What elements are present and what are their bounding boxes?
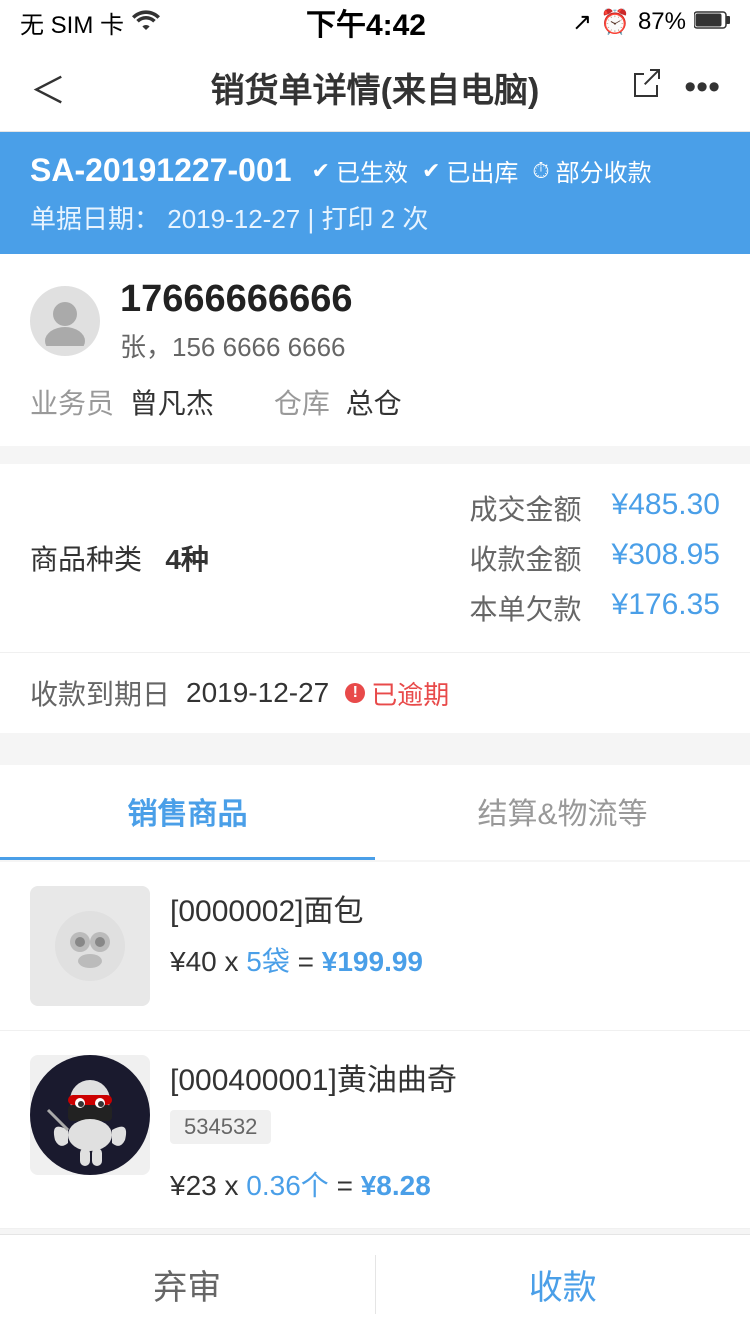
customer-info: 17666666666 张，156 6666 6666: [120, 278, 352, 364]
nav-actions: •••: [628, 65, 720, 110]
customer-row: 17666666666 张，156 6666 6666: [30, 278, 720, 364]
more-icon[interactable]: •••: [684, 68, 720, 107]
status-time: 下午4:42: [306, 0, 426, 44]
product-type-label: 商品种类: [30, 544, 142, 575]
transaction-amount: 成交金额 ¥485.30: [470, 488, 720, 528]
payment-value: ¥308.95: [612, 538, 720, 578]
status-left: 无 SIM 卡: [20, 5, 160, 40]
due-label: 收款到期日: [30, 673, 170, 713]
amount-details: 成交金额 ¥485.30 收款金额 ¥308.95 本单欠款 ¥176.35: [470, 488, 720, 628]
location-icon: ↗: [572, 8, 592, 37]
payment-amount: 收款金额 ¥308.95: [470, 538, 720, 578]
status-partial: ⏱ 部分收款: [532, 153, 651, 188]
price-qty-1: 5袋: [246, 946, 290, 977]
product-item: [0000002]面包 ¥40 x 5袋 = ¥199.99: [0, 862, 750, 1031]
order-id: SA-20191227-001: [30, 152, 292, 189]
nav-bar: ＜ 销货单详情(来自电脑) •••: [0, 44, 750, 132]
status-badges: ✔ 已生效 ✔ 已出库 ⏱ 部分收款: [312, 153, 652, 188]
salesperson-value: 曾凡杰: [130, 388, 214, 419]
due-date: 2019-12-27: [186, 677, 329, 709]
price-qty-2: 0.36个: [246, 1170, 329, 1201]
clock-icon: ⏱: [532, 158, 549, 184]
avatar: [30, 286, 100, 356]
section-divider-2: [0, 733, 750, 749]
warehouse-value: 总仓: [346, 388, 402, 419]
back-button[interactable]: ＜: [30, 62, 90, 114]
overdue-icon: !: [345, 683, 365, 703]
price-total-1: ¥199.99: [322, 946, 423, 977]
page-title: 销货单详情(来自电脑): [211, 63, 540, 112]
share-icon[interactable]: [628, 65, 664, 110]
tab-products[interactable]: 销售商品: [0, 765, 375, 860]
product-types: 商品种类 4种: [30, 538, 209, 578]
amount-row: 商品种类 4种 成交金额 ¥485.30 收款金额 ¥308.95 本单欠款 ¥…: [30, 488, 720, 628]
tabs: 销售商品 结算&物流等: [0, 765, 750, 860]
confirm-button[interactable]: 收款: [376, 1235, 750, 1334]
warehouse-field: 仓库 总仓: [274, 382, 402, 422]
product-sku-2: 534532: [170, 1110, 271, 1144]
alarm-icon: ⏰: [600, 8, 630, 37]
section-divider-1: [0, 448, 750, 464]
due-section: 收款到期日 2019-12-27 ! 已逾期: [0, 652, 750, 733]
payment-label: 收款金额: [470, 538, 582, 578]
transaction-value: ¥485.30: [612, 488, 720, 528]
debt-label: 本单欠款: [470, 588, 582, 628]
order-header: SA-20191227-001 ✔ 已生效 ✔ 已出库 ⏱ 部分收款 单据日期：…: [0, 132, 750, 254]
salesperson-field: 业务员 曾凡杰: [30, 382, 214, 422]
product-name-1: [0000002]面包: [170, 886, 720, 930]
price-total-2: ¥8.28: [361, 1170, 431, 1201]
product-list: [0000002]面包 ¥40 x 5袋 = ¥199.99: [0, 862, 750, 1229]
product-name-2: [000400001]黄油曲奇: [170, 1055, 720, 1099]
bottom-bar: 弃审 收款: [0, 1234, 750, 1334]
amount-section: 商品种类 4种 成交金额 ¥485.30 收款金额 ¥308.95 本单欠款 ¥…: [0, 464, 750, 652]
product-image-2: [30, 1055, 150, 1175]
check-icon-1: ✔: [312, 158, 330, 184]
overdue-text: 已逾期: [371, 675, 449, 712]
product-item-2: [000400001]黄油曲奇 534532 ¥23 x 0.36个 = ¥8.…: [0, 1031, 750, 1229]
status-right: ↗ ⏰ 87%: [572, 8, 730, 37]
transaction-label: 成交金额: [470, 488, 582, 528]
customer-section: 17666666666 张，156 6666 6666 业务员 曾凡杰 仓库 总…: [0, 254, 750, 446]
status-bar: 无 SIM 卡 下午4:42 ↗ ⏰ 87%: [0, 0, 750, 44]
customer-meta: 业务员 曾凡杰 仓库 总仓: [30, 382, 720, 422]
order-date: 单据日期： 2019-12-27 | 打印 2 次: [30, 199, 720, 236]
price-eq-1: =: [298, 946, 322, 977]
price-eq-2: =: [337, 1170, 361, 1201]
debt-value: ¥176.35: [612, 588, 720, 628]
customer-phone: 17666666666: [120, 278, 352, 321]
product-info-2: [000400001]黄油曲奇 534532 ¥23 x 0.36个 = ¥8.…: [170, 1055, 720, 1204]
salesperson-label: 业务员: [30, 388, 114, 419]
carrier-text: 无 SIM 卡: [20, 5, 124, 40]
warehouse-label: 仓库: [274, 388, 330, 419]
product-price-2: ¥23 x 0.36个 = ¥8.28: [170, 1164, 720, 1204]
customer-sub-info: 张，156 6666 6666: [120, 327, 352, 364]
status-effective: ✔ 已生效: [312, 153, 408, 188]
status-shipped: ✔ 已出库: [422, 153, 518, 188]
price-base-2: ¥23 x: [170, 1170, 246, 1201]
product-thumb-2: [30, 1055, 150, 1175]
wifi-icon: [132, 8, 160, 37]
debt-amount: 本单欠款 ¥176.35: [470, 588, 720, 628]
product-price-1: ¥40 x 5袋 = ¥199.99: [170, 940, 720, 980]
tab-settlement[interactable]: 结算&物流等: [375, 765, 750, 860]
product-count: 4种: [165, 544, 209, 575]
overdue-badge: ! 已逾期: [345, 675, 449, 712]
check-icon-2: ✔: [422, 158, 440, 184]
product-info-1: [0000002]面包 ¥40 x 5袋 = ¥199.99: [170, 886, 720, 1006]
battery-icon: [694, 8, 730, 36]
product-image-1: [30, 886, 150, 1006]
product-thumb-1: [30, 886, 150, 1006]
cancel-button[interactable]: 弃审: [0, 1235, 375, 1334]
price-base-1: ¥40 x: [170, 946, 246, 977]
battery-text: 87%: [638, 8, 686, 36]
